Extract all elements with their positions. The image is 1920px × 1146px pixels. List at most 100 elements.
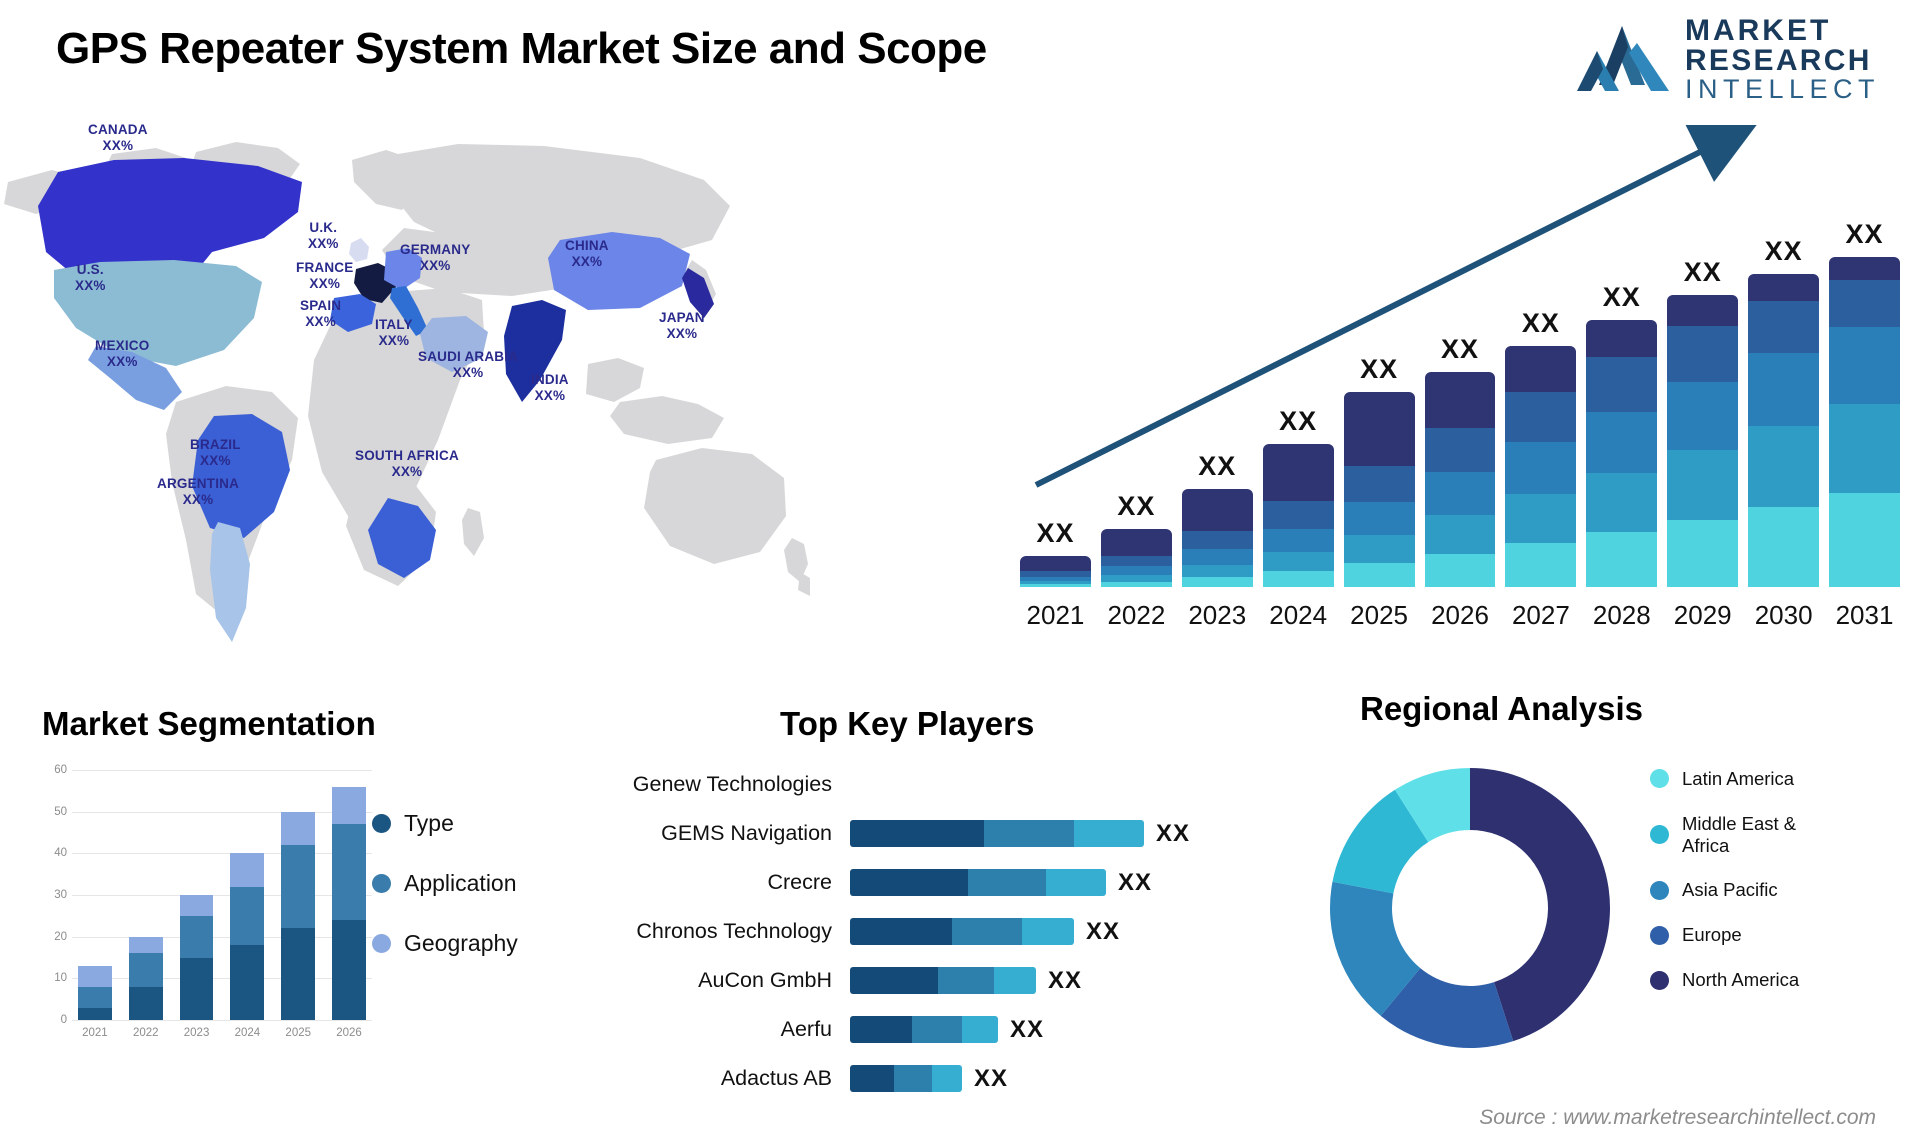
forecast-bar	[1505, 346, 1577, 587]
forecast-bar-segment	[1505, 543, 1577, 587]
market-forecast-chart: XX XX XX XX XX XX XX XX XX XX XX 2021 2022 2023 2024 2…	[1020, 125, 1900, 645]
map-label-value: xx%	[182, 491, 214, 507]
forecast-bar-segment	[1100, 574, 1172, 582]
map-label-india: INDIA xx%	[531, 372, 569, 404]
map-label-country: JAPAN	[659, 310, 705, 325]
forecast-bar-segment	[1505, 346, 1577, 393]
key-player-bar-segment	[952, 918, 1022, 945]
segmentation-legend-item: Application	[372, 870, 518, 897]
key-player-value: XX	[1156, 819, 1191, 847]
logo-line-1: MARKET	[1684, 14, 1832, 47]
segmentation-legend-swatch	[372, 814, 391, 833]
key-player-row: Genew Technologies	[600, 760, 1290, 809]
key-player-bar-segment	[984, 820, 1074, 847]
segmentation-legend-label: Geography	[404, 930, 518, 956]
forecast-bar-column: XX	[1100, 491, 1172, 587]
map-label-germany: GERMANY xx%	[400, 242, 470, 274]
regional-legend-item: North America	[1650, 969, 1799, 991]
segmentation-y-tick: 60	[54, 764, 67, 776]
forecast-bar-segment	[1505, 392, 1577, 443]
key-player-value: XX	[1048, 966, 1083, 994]
map-label-value: xx%	[391, 463, 423, 479]
key-player-bar-segment	[1074, 820, 1144, 847]
key-player-bar	[850, 869, 1106, 896]
regional-legend-label: Asia Pacific	[1682, 879, 1778, 901]
forecast-bar-segment	[1343, 502, 1415, 536]
map-label-country: ITALY	[375, 317, 413, 332]
key-player-name: GEMS Navigation	[661, 821, 832, 845]
market-segmentation-panel: Market Segmentation 60 50 40 30 20 10 0 2021 20…	[22, 705, 542, 1125]
map-label-country: SPAIN	[300, 298, 342, 313]
key-player-name: Genew Technologies	[632, 772, 832, 796]
forecast-year-label: 2028	[1592, 600, 1651, 630]
segmentation-bar-segment	[230, 886, 265, 945]
map-label-u-s-: U.S. xx%	[75, 262, 106, 294]
segmentation-bar-segment	[332, 786, 366, 825]
regional-analysis-panel: Regional Analysis Latin America Middle Ea…	[1290, 690, 1910, 1130]
forecast-bar-segment	[1100, 566, 1172, 575]
forecast-bar-segment	[1100, 581, 1172, 587]
forecast-bar-segment	[1505, 494, 1577, 544]
source-note: Source : www.marketresearchintellect.com	[1479, 1106, 1876, 1129]
map-label-value: xx%	[305, 313, 336, 329]
map-label-value: xx%	[102, 137, 134, 153]
map-label-country: INDIA	[531, 372, 569, 387]
forecast-bar-segment	[1829, 403, 1900, 493]
segmentation-bar-segment	[230, 945, 265, 1020]
forecast-bar-segment	[1262, 501, 1334, 529]
segmentation-legend-item: Geography	[372, 930, 518, 957]
world-map-svg	[4, 142, 810, 642]
key-player-name: Aerfu	[780, 1017, 832, 1041]
brand-logo: MARKET RESEARCH INTELLECT	[1575, 16, 1880, 103]
forecast-bar-segment	[1667, 325, 1739, 382]
segmentation-x-tick: 2023	[183, 1027, 210, 1039]
forecast-bar-segment	[1586, 472, 1658, 532]
key-player-bar-segment	[894, 1065, 932, 1092]
segmentation-bar-segment	[78, 1007, 112, 1020]
key-player-bar-segment	[931, 1065, 962, 1092]
key-player-name: AuCon GmbH	[698, 968, 832, 992]
regional-legend-swatch	[1650, 970, 1669, 990]
market-segmentation-chart: 60 50 40 30 20 10 0	[54, 764, 372, 1026]
forecast-bar-segment	[1829, 492, 1900, 587]
forecast-bar-column: XX	[1262, 406, 1334, 587]
segmentation-bar-segment	[78, 965, 112, 987]
forecast-bar-segment	[1424, 515, 1496, 554]
segmentation-y-tick: 10	[54, 972, 67, 985]
forecast-bar-segment	[1100, 555, 1172, 567]
map-label-france: FRANCE xx%	[296, 260, 353, 292]
map-label-value: xx%	[378, 332, 410, 348]
forecast-bar	[1020, 555, 1091, 587]
regional-legend-label: Latin America	[1682, 768, 1795, 789]
segmentation-bar-segment	[332, 920, 366, 1020]
map-label-mexico: MEXICO xx%	[95, 338, 149, 370]
segmentation-bar-segment	[281, 845, 316, 929]
key-player-row: GEMS Navigation XX	[600, 809, 1290, 858]
key-player-bar-segment	[850, 820, 984, 847]
regional-analysis-title: Regional Analysis	[1360, 690, 1644, 727]
segmentation-legend-swatch	[372, 934, 391, 953]
map-label-country: CANADA	[88, 122, 148, 137]
forecast-year-label: 2026	[1431, 600, 1489, 630]
forecast-bar-column: XX	[1181, 451, 1253, 587]
forecast-bar-segment	[1343, 563, 1415, 587]
key-player-bar-segment	[850, 1016, 912, 1043]
segmentation-y-tick: 40	[54, 847, 67, 860]
segmentation-bar-segment	[128, 936, 163, 954]
segmentation-bar-column	[128, 770, 163, 1020]
forecast-bar-segment	[1748, 506, 1820, 587]
forecast-bar-segment	[1020, 584, 1091, 587]
logo-line-3: INTELLECT	[1684, 74, 1880, 104]
segmentation-bar-segment	[128, 953, 163, 987]
segmentation-bar-column	[281, 770, 316, 1020]
forecast-bar	[1262, 443, 1334, 587]
key-player-bar	[850, 1065, 962, 1092]
forecast-bar-segment	[1343, 535, 1415, 564]
regional-legend-item: Latin America	[1650, 768, 1799, 790]
market-segmentation-title: Market Segmentation	[42, 705, 376, 742]
forecast-bar-segment	[1586, 357, 1658, 412]
forecast-bar-segment	[1262, 443, 1334, 502]
forecast-bar-segment	[1424, 428, 1496, 472]
segmentation-bar-segment	[128, 986, 163, 1020]
forecast-bar-segment	[1829, 326, 1900, 404]
